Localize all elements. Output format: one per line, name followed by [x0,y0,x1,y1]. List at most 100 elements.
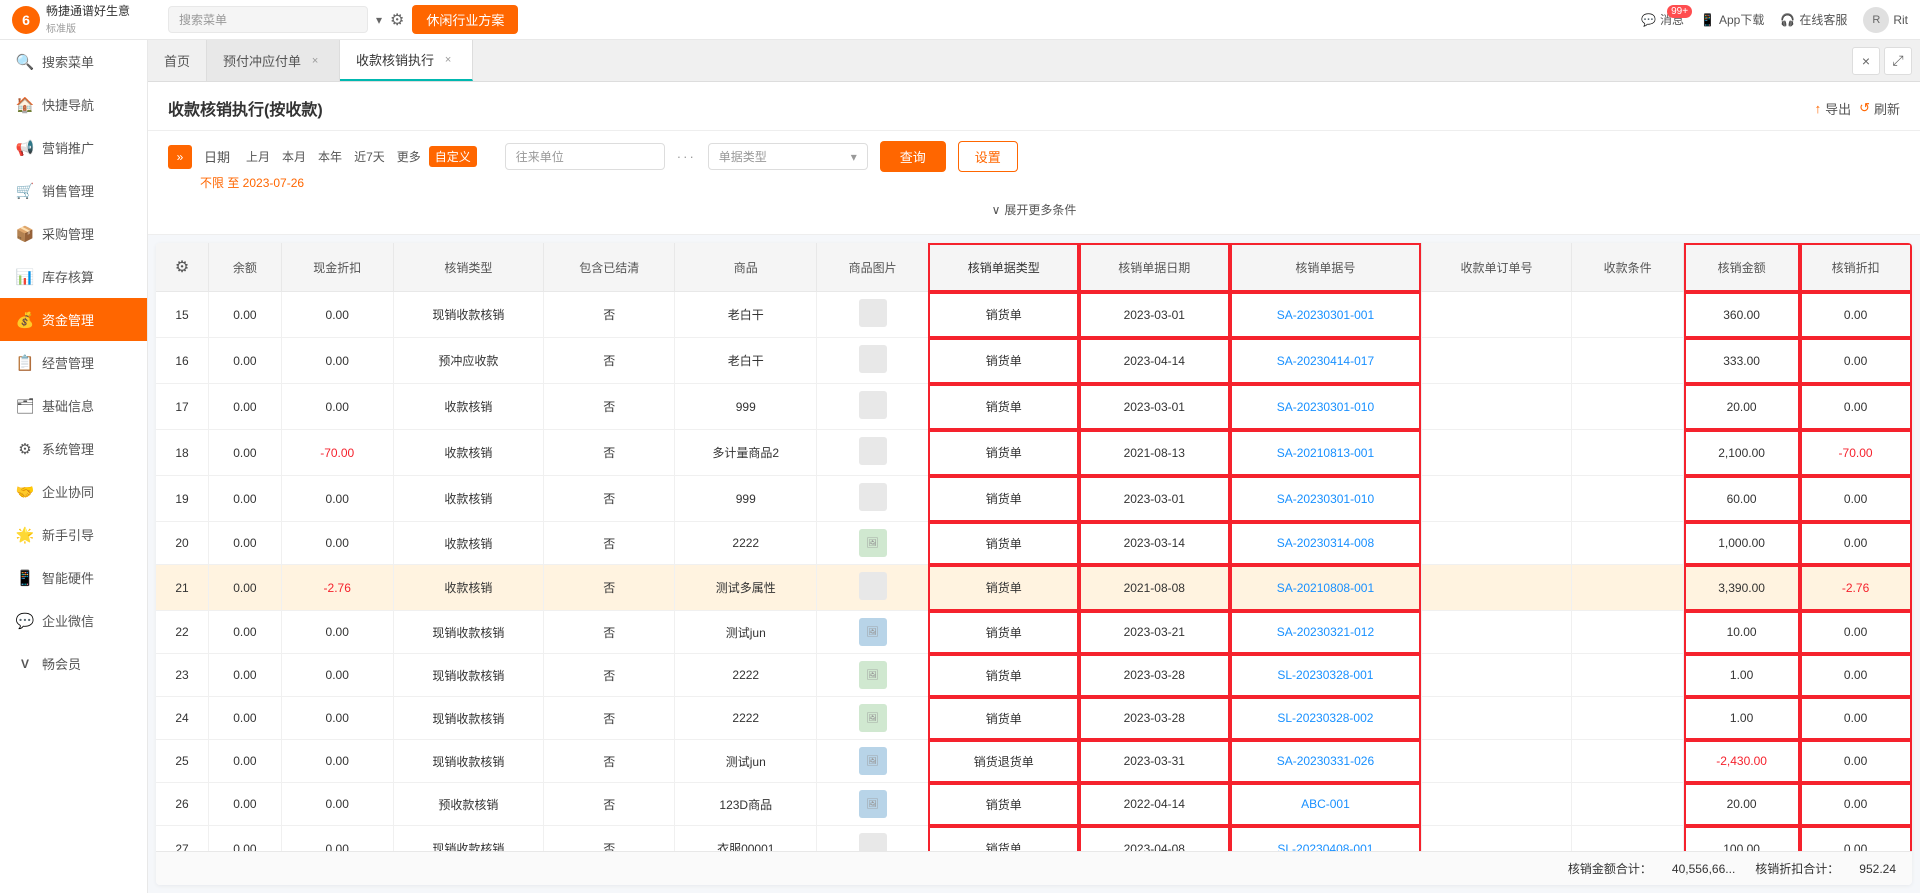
writeoff-no-link[interactable]: SL-20230328-002 [1277,711,1373,725]
cell-writeoff-no[interactable]: SA-20230314-008 [1230,522,1422,565]
cell-writeoff-amount: 360.00 [1684,292,1800,338]
cell-cash-discount: -70.00 [281,430,393,476]
app-logo: 6 [12,6,40,34]
filter-expand-button[interactable]: » [168,145,192,169]
query-button[interactable]: 查询 [880,141,946,172]
date-opt-custom[interactable]: 自定义 [429,146,477,167]
cell-writeoff-no[interactable]: SA-20210808-001 [1230,565,1422,611]
sidebar-item-hardware[interactable]: 📱 智能硬件 [0,556,147,599]
tab-receipt[interactable]: 收款核销执行 × [340,40,473,81]
tab-prepay-close[interactable]: × [307,53,323,69]
writeoff-no-link[interactable]: SL-20230408-001 [1277,842,1373,852]
cell-include-cleared: 否 [544,611,675,654]
solution-button[interactable]: 休闲行业方案 [412,5,518,34]
sidebar-item-enterprise[interactable]: 🤝 企业协同 [0,470,147,513]
cell-writeoff-no[interactable]: SA-20230414-017 [1230,338,1422,384]
tab-prepay[interactable]: 预付冲应付单 × [207,40,340,81]
sidebar-item-purchase[interactable]: 📦 采购管理 [0,212,147,255]
voucher-type-select[interactable]: 单据类型 ▾ [708,143,868,170]
cell-include-cleared: 否 [544,697,675,740]
cell-writeoff-voucher-type: 销货单 [928,476,1079,522]
writeoff-no-link[interactable]: SA-20230414-017 [1277,354,1374,368]
sidebar-item-search[interactable]: 🔍 搜索菜单 [0,40,147,83]
date-opt-this-year[interactable]: 本年 [314,146,346,167]
cell-goods-img [817,430,929,476]
writeoff-no-link[interactable]: SA-20230301-001 [1277,308,1374,322]
cell-writeoff-no[interactable]: SA-20230321-012 [1230,611,1422,654]
cell-goods: 老白干 [675,292,817,338]
cell-goods: 测试多属性 [675,565,817,611]
sidebar-item-basic[interactable]: 🗂 基础信息 [0,384,147,427]
writeoff-no-link[interactable]: SA-20230314-008 [1277,536,1374,550]
date-opt-this-month[interactable]: 本月 [278,146,310,167]
cell-writeoff-voucher-type: 销货单 [928,697,1079,740]
cell-balance: 0.00 [209,826,282,852]
cell-receipt-condition [1572,430,1684,476]
sidebar-item-finance[interactable]: 💰 资金管理 [0,298,147,341]
cell-writeoff-no[interactable]: SA-20230301-010 [1230,384,1422,430]
sidebar-item-sales[interactable]: 🛒 销售管理 [0,169,147,212]
sidebar-item-quick[interactable]: 🏠 快捷导航 [0,83,147,126]
date-opt-last-month[interactable]: 上月 [242,146,274,167]
sidebar-item-wechat[interactable]: 💬 企业微信 [0,599,147,642]
cell-receipt-condition [1572,338,1684,384]
dropdown-button[interactable]: ▾ [376,13,382,27]
tab-receipt-close[interactable]: × [440,52,456,68]
date-range-display: 不限 至 2023-07-26 [200,174,1900,191]
gear-button[interactable]: ⚙ [390,10,404,30]
footer-amount-label: 核销金额合计： [1568,860,1652,877]
sidebar-item-system[interactable]: ⚙ 系统管理 [0,427,147,470]
cell-writeoff-discount: -2.76 [1800,565,1912,611]
cell-writeoff-no[interactable]: SL-20230328-002 [1230,697,1422,740]
cell-writeoff-no[interactable]: SL-20230408-001 [1230,826,1422,852]
date-opt-more[interactable]: 更多 [393,146,425,167]
app-download-action[interactable]: 📱 App下载 [1700,11,1764,28]
cell-writeoff-voucher-type: 销货单 [928,338,1079,384]
cell-writeoff-no[interactable]: SA-20230301-010 [1230,476,1422,522]
cell-receipt-order-no [1421,522,1572,565]
content-area: 首页 预付冲应付单 × 收款核销执行 × × ⤢ 收款核销执行(按收款) [148,40,1920,893]
col-settings-btn[interactable]: ⚙ [166,251,198,283]
tab-home[interactable]: 首页 [148,40,207,81]
tab-expand-btn[interactable]: ⤢ [1884,47,1912,75]
cell-goods-img: 🖼 [817,611,929,654]
sidebar-item-inventory[interactable]: 📊 库存核算 [0,255,147,298]
date-opt-7days[interactable]: 近7天 [350,146,389,167]
writeoff-no-link[interactable]: SA-20210813-001 [1277,446,1374,460]
sidebar-item-guide[interactable]: 🌟 新手引导 [0,513,147,556]
writeoff-no-link[interactable]: SA-20230331-026 [1277,754,1374,768]
cell-receipt-order-no [1421,384,1572,430]
export-button[interactable]: ↑ 导出 [1815,99,1852,118]
tab-close-btn[interactable]: × [1852,47,1880,75]
col-settings[interactable]: ⚙ [156,243,209,292]
message-action[interactable]: 💬 消息 99+ [1641,11,1684,28]
cell-cash-discount: 0.00 [281,697,393,740]
expand-condition-btn[interactable]: ∨ 展开更多条件 [168,195,1900,224]
cell-include-cleared: 否 [544,430,675,476]
settings-button[interactable]: 设置 [958,141,1018,172]
sidebar-item-operations[interactable]: 📋 经营管理 [0,341,147,384]
writeoff-no-link[interactable]: SA-20230321-012 [1277,625,1374,639]
top-search-box[interactable]: 搜索菜单 [168,6,368,33]
refresh-button[interactable]: ↺ 刷新 [1859,99,1900,118]
writeoff-no-link[interactable]: SA-20210808-001 [1277,581,1374,595]
col-writeoff-type: 核销类型 [393,243,544,292]
cell-writeoff-no[interactable]: SA-20210813-001 [1230,430,1422,476]
cell-writeoff-no[interactable]: SL-20230328-001 [1230,654,1422,697]
cell-writeoff-no[interactable]: SA-20230301-001 [1230,292,1422,338]
cell-id: 19 [156,476,209,522]
writeoff-no-link[interactable]: SA-20230301-010 [1277,492,1374,506]
writeoff-no-link[interactable]: ABC-001 [1301,797,1350,811]
counterpart-input[interactable]: 往来单位 [505,143,665,170]
date-filter-label: 日期 [204,147,230,166]
online-service-action[interactable]: 🎧 在线客服 [1780,11,1847,28]
table-scroll[interactable]: ⚙ 余额 现金折扣 核销类型 包含已结清 商品 商品图片 核销单据类型 核销单据… [156,243,1912,851]
sidebar-label-system: 系统管理 [42,439,94,458]
writeoff-no-link[interactable]: SA-20230301-010 [1277,400,1374,414]
cell-writeoff-no[interactable]: ABC-001 [1230,783,1422,826]
writeoff-no-link[interactable]: SL-20230328-001 [1277,668,1373,682]
sidebar-item-member[interactable]: V 畅会员 [0,642,147,685]
user-area[interactable]: R Rit [1863,7,1908,33]
sidebar-item-marketing[interactable]: 📢 营销推广 [0,126,147,169]
cell-writeoff-no[interactable]: SA-20230331-026 [1230,740,1422,783]
